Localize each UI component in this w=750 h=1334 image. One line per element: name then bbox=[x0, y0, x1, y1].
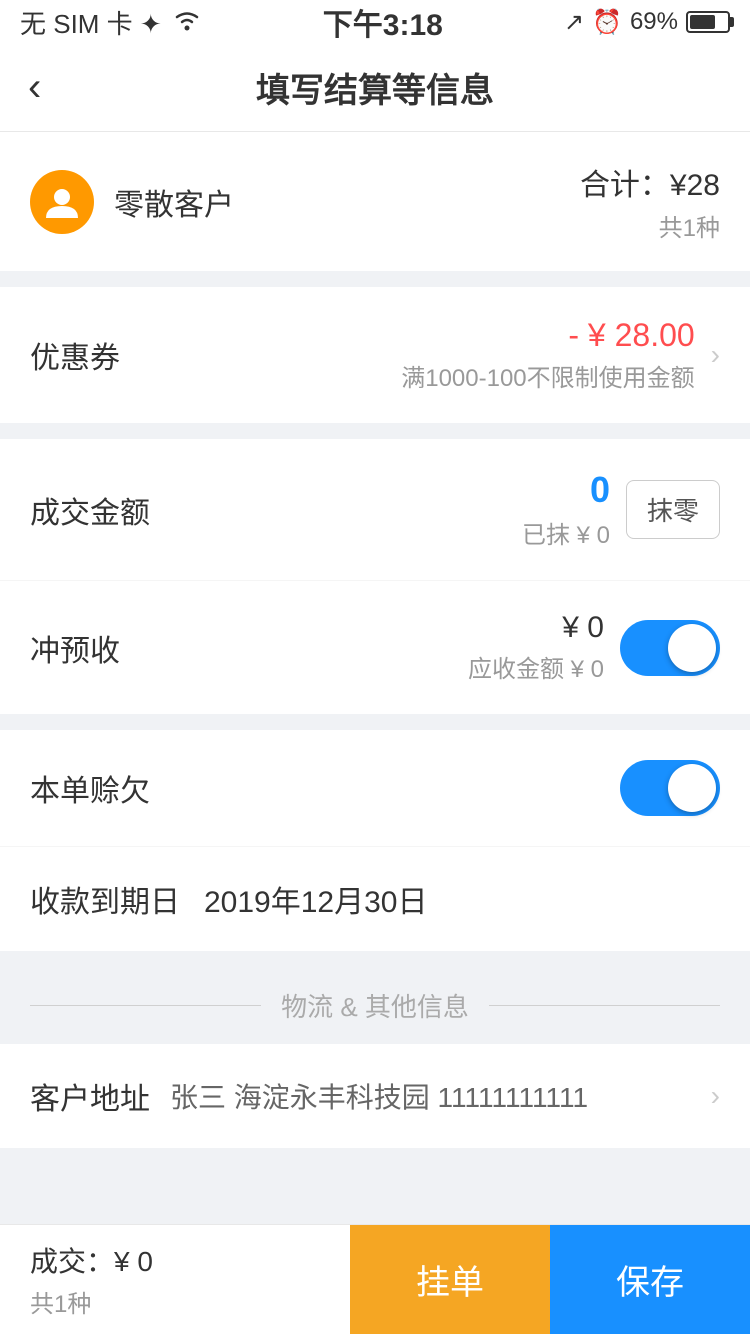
due-date-label: 收款到期日 bbox=[30, 877, 180, 921]
due-date-row: 收款到期日 2019年12月30日 bbox=[0, 847, 750, 951]
status-time: 下午3:18 bbox=[323, 0, 443, 44]
address-value: 张三 海淀永丰科技园 11111111111 bbox=[170, 1076, 691, 1116]
status-bar: 无 SIM 卡 ✦ 下午3:18 ↗ ⏰ 69% bbox=[0, 0, 750, 44]
location-icon: ↗ bbox=[564, 8, 584, 37]
prepay-right-text: ¥ 0 应收金额 ¥ 0 bbox=[468, 611, 604, 684]
signal-text: 无 SIM 卡 ✦ bbox=[20, 4, 162, 41]
logistics-divider: 物流 & 其他信息 bbox=[0, 967, 750, 1044]
avatar bbox=[30, 170, 94, 234]
prepay-right: ¥ 0 应收金额 ¥ 0 bbox=[468, 611, 720, 684]
deal-amount-section: 成交金额 0 已抹 ¥ 0 抹零 冲预收 ¥ 0 应收金额 ¥ 0 bbox=[0, 439, 750, 714]
page-title: 填写结算等信息 bbox=[256, 63, 494, 112]
customer-right: 合计：¥28 共1种 bbox=[580, 160, 720, 243]
coupon-amount: - ¥ 28.00 bbox=[401, 317, 694, 354]
customer-name: 零散客户 bbox=[114, 180, 234, 224]
credit-section: 本单赊欠 收款到期日 2019年12月30日 bbox=[0, 730, 750, 951]
due-date-value: 2019年12月30日 bbox=[204, 877, 427, 921]
deal-amount-sub: 已抹 ¥ 0 bbox=[522, 515, 610, 550]
content: 零散客户 合计：¥28 共1种 优惠券 - ¥ 28.00 满1000-100不… bbox=[0, 132, 750, 1268]
credit-toggle[interactable] bbox=[620, 760, 720, 816]
prepay-amount: ¥ 0 bbox=[468, 611, 604, 645]
wifi-icon bbox=[172, 7, 202, 38]
chevron-right-icon: › bbox=[711, 339, 720, 371]
battery-icon bbox=[686, 11, 730, 33]
coupon-row[interactable]: 优惠券 - ¥ 28.00 满1000-100不限制使用金额 › bbox=[0, 287, 750, 423]
coupon-right: - ¥ 28.00 满1000-100不限制使用金额 › bbox=[401, 317, 720, 393]
alarm-icon: ⏰ bbox=[592, 8, 622, 37]
prepay-row: 冲预收 ¥ 0 应收金额 ¥ 0 bbox=[0, 581, 750, 714]
hold-button[interactable]: 挂单 bbox=[350, 1225, 550, 1334]
credit-toggle-knob bbox=[668, 764, 716, 812]
coupon-label: 优惠券 bbox=[30, 333, 120, 377]
save-button[interactable]: 保存 bbox=[550, 1225, 750, 1334]
prepay-label: 冲预收 bbox=[30, 626, 120, 670]
bottom-summary: 成交：¥ 0 共1种 bbox=[0, 1240, 350, 1319]
divider-line-right bbox=[489, 1005, 720, 1006]
customer-count: 共1种 bbox=[580, 208, 720, 243]
status-right: ↗ ⏰ 69% bbox=[564, 8, 730, 37]
bottom-count: 共1种 bbox=[30, 1284, 320, 1319]
credit-row: 本单赊欠 bbox=[0, 730, 750, 847]
prepay-toggle[interactable] bbox=[620, 620, 720, 676]
customer-card: 零散客户 合计：¥28 共1种 bbox=[0, 132, 750, 271]
address-chevron-icon: › bbox=[711, 1080, 720, 1112]
deal-amount-value: 0 bbox=[522, 469, 610, 511]
credit-right bbox=[620, 760, 720, 816]
divider-line-left bbox=[30, 1005, 261, 1006]
customer-left: 零散客户 bbox=[30, 170, 234, 234]
bottom-bar: 成交：¥ 0 共1种 挂单 保存 bbox=[0, 1224, 750, 1334]
customer-total: 合计：¥28 bbox=[580, 160, 720, 204]
back-button[interactable]: ‹ bbox=[28, 65, 41, 110]
coupon-desc: 满1000-100不限制使用金额 bbox=[401, 358, 694, 393]
toggle-knob bbox=[668, 624, 716, 672]
coupon-section: 优惠券 - ¥ 28.00 满1000-100不限制使用金额 › bbox=[0, 287, 750, 423]
deal-amount-row: 成交金额 0 已抹 ¥ 0 抹零 bbox=[0, 439, 750, 581]
prepay-sub: 应收金额 ¥ 0 bbox=[468, 649, 604, 684]
address-label: 客户地址 bbox=[30, 1074, 150, 1118]
nav-bar: ‹ 填写结算等信息 bbox=[0, 44, 750, 132]
coupon-right-text: - ¥ 28.00 满1000-100不限制使用金额 bbox=[401, 317, 694, 393]
credit-label: 本单赊欠 bbox=[30, 766, 150, 810]
deal-amount-right: 0 已抹 ¥ 0 抹零 bbox=[522, 469, 720, 550]
logistics-label: 物流 & 其他信息 bbox=[281, 987, 469, 1024]
address-row[interactable]: 客户地址 张三 海淀永丰科技园 11111111111 › bbox=[0, 1044, 750, 1148]
bottom-deal-label: 成交： bbox=[30, 1246, 114, 1277]
bottom-deal-value: ¥ 0 bbox=[114, 1246, 153, 1277]
status-left: 无 SIM 卡 ✦ bbox=[20, 4, 202, 41]
battery-percent: 69% bbox=[630, 8, 678, 36]
deal-amount-right-text: 0 已抹 ¥ 0 bbox=[522, 469, 610, 550]
deal-amount-label: 成交金额 bbox=[30, 488, 150, 532]
round-zero-button[interactable]: 抹零 bbox=[626, 480, 720, 539]
bottom-deal: 成交：¥ 0 bbox=[30, 1240, 320, 1280]
